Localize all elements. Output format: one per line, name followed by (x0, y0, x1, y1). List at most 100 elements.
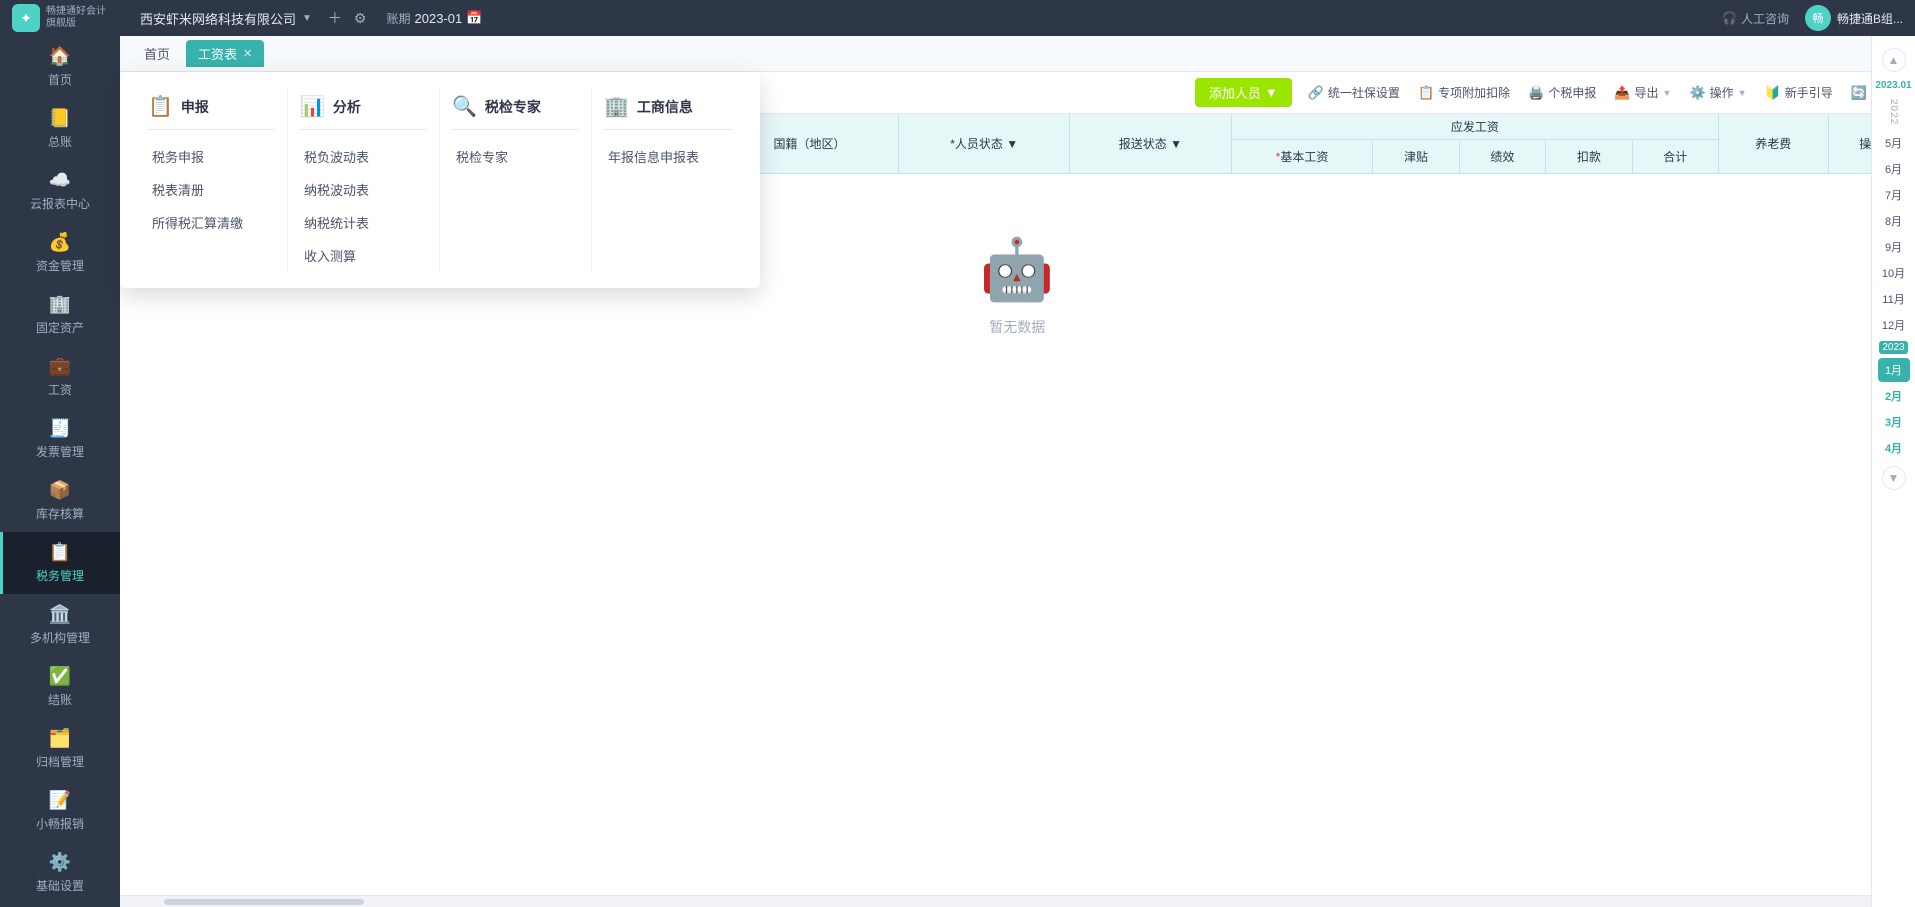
th-report-status: 报送状态 ▼ (1070, 114, 1232, 174)
sidebar-item-archive[interactable]: 🗂️ 归档管理 (0, 718, 120, 780)
menu-item-tax-wave-table[interactable]: 纳税波动表 (300, 173, 427, 206)
tab-salary-tab[interactable]: 工资表 ✕ (186, 40, 264, 67)
timeline-month-prev-10月[interactable]: 10月 (1878, 261, 1910, 285)
menu-section-icon-biz-info: 🏢 (604, 94, 629, 119)
timeline-nav-up[interactable]: ▲ (1882, 48, 1906, 72)
sidebar-label-xiaochang: 小畅报销 (36, 815, 84, 832)
menu-item-income-tax-calc[interactable]: 所得税汇算清缴 (148, 206, 275, 239)
sidebar-item-salary[interactable]: 💼 工资 (0, 346, 120, 408)
menu-item-tax-burden-table[interactable]: 税负波动表 (300, 140, 427, 173)
timeline-month-current-3月[interactable]: 3月 (1878, 410, 1910, 434)
timeline-month-prev-9月[interactable]: 9月 (1878, 235, 1910, 259)
sidebar-item-home[interactable]: 🏠 首页 (0, 36, 120, 98)
menu-section-header-analysis: 📊 分析 (300, 88, 427, 130)
app-logo: ✦ 畅捷通好会计 旗舰版 (12, 4, 132, 32)
timeline-month-prev-12月[interactable]: 12月 (1878, 313, 1910, 337)
sidebar: 🏠 首页📒 总账☁️ 云报表中心💰 资金管理🏢 固定资产💼 工资🧾 发票管理📦 … (0, 36, 120, 907)
period-label: 账期 (386, 10, 410, 27)
tab-label-salary-tab: 工资表 (198, 44, 237, 63)
toolbar-action-guide[interactable]: 🔰 新手引导 (1757, 80, 1841, 105)
company-dropdown-icon: ▼ (302, 13, 312, 24)
action-label-guide: 新手引导 (1785, 84, 1833, 101)
action-label-export: 导出 (1635, 84, 1659, 101)
toolbar-action-export[interactable]: 📤 导出▼ (1606, 80, 1679, 105)
sidebar-label-archive: 归档管理 (36, 753, 84, 770)
service-label: 人工咨询 (1741, 10, 1789, 27)
sidebar-item-xiaochang[interactable]: 📝 小畅报销 (0, 780, 120, 842)
sidebar-item-invoice[interactable]: 🧾 发票管理 (0, 408, 120, 470)
sidebar-label-tax: 税务管理 (36, 567, 84, 584)
sidebar-item-ledger[interactable]: 📒 总账 (0, 98, 120, 160)
sidebar-label-multi-org: 多机构管理 (30, 629, 90, 646)
headset-icon: 🎧 (1722, 11, 1737, 25)
menu-item-tax-declaration[interactable]: 税务申报 (148, 140, 275, 173)
timeline-month-current-1月[interactable]: 1月 (1878, 358, 1910, 382)
sidebar-label-fixed-asset: 固定资产 (36, 319, 84, 336)
menu-section-analysis: 📊 分析税负波动表纳税波动表纳税统计表收入测算 (288, 88, 440, 272)
menu-item-tax-stat-table[interactable]: 纳税统计表 (300, 206, 427, 239)
action-icon-personal-tax: 🖨️ (1528, 85, 1544, 101)
timeline-month-prev-8月[interactable]: 8月 (1878, 209, 1910, 233)
menu-item-annual-report[interactable]: 年报信息申报表 (604, 140, 732, 173)
action-icon-export: 📤 (1614, 85, 1630, 101)
add-icon[interactable]: ＋ (328, 8, 342, 28)
sidebar-item-fund[interactable]: 💰 资金管理 (0, 222, 120, 284)
sidebar-item-settings[interactable]: ⚙️ 基础设置 (0, 842, 120, 904)
tab-label-home-tab: 首页 (144, 44, 170, 63)
th-pension: 养老费 (1719, 114, 1828, 174)
menu-item-tax-expert-item[interactable]: 税检专家 (452, 140, 579, 173)
menu-section-header-declaration: 📋 申报 (148, 88, 275, 130)
tab-close-salary-tab[interactable]: ✕ (243, 47, 252, 60)
sidebar-icon-cloud-report: ☁️ (49, 170, 71, 191)
th-performance: 绩效 (1459, 140, 1545, 174)
menu-section-icon-analysis: 📊 (300, 94, 325, 119)
tab-bar: 首页 工资表 ✕ (120, 36, 1915, 72)
service-button[interactable]: 🎧 人工咨询 (1722, 10, 1789, 27)
sidebar-icon-fund: 💰 (49, 232, 71, 253)
sidebar-icon-checkout: ✅ (49, 666, 71, 687)
tab-home-tab[interactable]: 首页 (132, 40, 182, 67)
sidebar-label-home: 首页 (48, 71, 72, 88)
sidebar-item-checkout[interactable]: ✅ 结账 (0, 656, 120, 718)
timeline-month-current-2月[interactable]: 2月 (1878, 384, 1910, 408)
menu-section-icon-tax-expert: 🔍 (452, 94, 477, 119)
toolbar-action-special-deduction[interactable]: 📋 专项附加扣除 (1410, 80, 1518, 105)
menu-item-income-calc[interactable]: 收入测算 (300, 239, 427, 272)
toolbar-action-personal-tax[interactable]: 🖨️ 个税申报 (1520, 80, 1604, 105)
sidebar-item-tax[interactable]: 📋 税务管理 (0, 532, 120, 594)
app-name: 畅捷通好会计 旗舰版 (46, 6, 106, 30)
timeline-month-prev-6月[interactable]: 6月 (1878, 157, 1910, 181)
sidebar-item-cloud-report[interactable]: ☁️ 云报表中心 (0, 160, 120, 222)
scroll-thumb[interactable] (164, 899, 364, 905)
timeline-current-year-badge: 2023 (1879, 341, 1907, 354)
menu-section-label-declaration: 申报 (181, 97, 209, 117)
settings-icon[interactable]: ⚙ (354, 10, 367, 27)
calendar-icon[interactable]: 📅 (466, 10, 482, 26)
sidebar-item-inventory[interactable]: 📦 库存核算 (0, 470, 120, 532)
sidebar-label-ledger: 总账 (48, 133, 72, 150)
timeline-month-prev-11月[interactable]: 11月 (1878, 287, 1910, 311)
menu-item-tax-table-clear[interactable]: 税表清册 (148, 173, 275, 206)
sidebar-label-checkout: 结账 (48, 691, 72, 708)
timeline-month-prev-5月[interactable]: 5月 (1878, 131, 1910, 155)
timeline-month-current-4月[interactable]: 4月 (1878, 436, 1910, 460)
company-selector[interactable]: 西安虾米网络科技有限公司 ▼ (140, 9, 312, 28)
dropdown-menu: 📋 申报税务申报税表清册所得税汇算清缴📊 分析税负波动表纳税波动表纳税统计表收入… (120, 72, 760, 288)
action-icon-refresh: 🔄 (1851, 85, 1867, 101)
add-person-button[interactable]: 添加人员 ▼ (1195, 78, 1292, 107)
action-label-operation: 操作 (1710, 84, 1734, 101)
toolbar-action-operation[interactable]: ⚙️ 操作▼ (1681, 80, 1754, 105)
sidebar-item-fixed-asset[interactable]: 🏢 固定资产 (0, 284, 120, 346)
sidebar-item-multi-org[interactable]: 🏛️ 多机构管理 (0, 594, 120, 656)
menu-section-declaration: 📋 申报税务申报税表清册所得税汇算清缴 (136, 88, 288, 272)
toolbar-actions: 🔗 统一社保设置📋 专项附加扣除🖨️ 个税申报📤 导出▼⚙️ 操作▼🔰 新手引导… (1300, 80, 1903, 105)
empty-icon: 🤖 (980, 234, 1055, 305)
app-name-text: 畅捷通好会计 (46, 6, 106, 18)
timeline-nav-down[interactable]: ▼ (1882, 466, 1906, 490)
action-label-social-insurance: 统一社保设置 (1328, 84, 1400, 101)
th-basic-salary: *基本工资 (1231, 140, 1373, 174)
sidebar-icon-tax: 📋 (49, 542, 71, 563)
toolbar-action-social-insurance[interactable]: 🔗 统一社保设置 (1300, 80, 1408, 105)
menu-section-biz-info: 🏢 工商信息年报信息申报表 (592, 88, 744, 272)
timeline-month-prev-7月[interactable]: 7月 (1878, 183, 1910, 207)
